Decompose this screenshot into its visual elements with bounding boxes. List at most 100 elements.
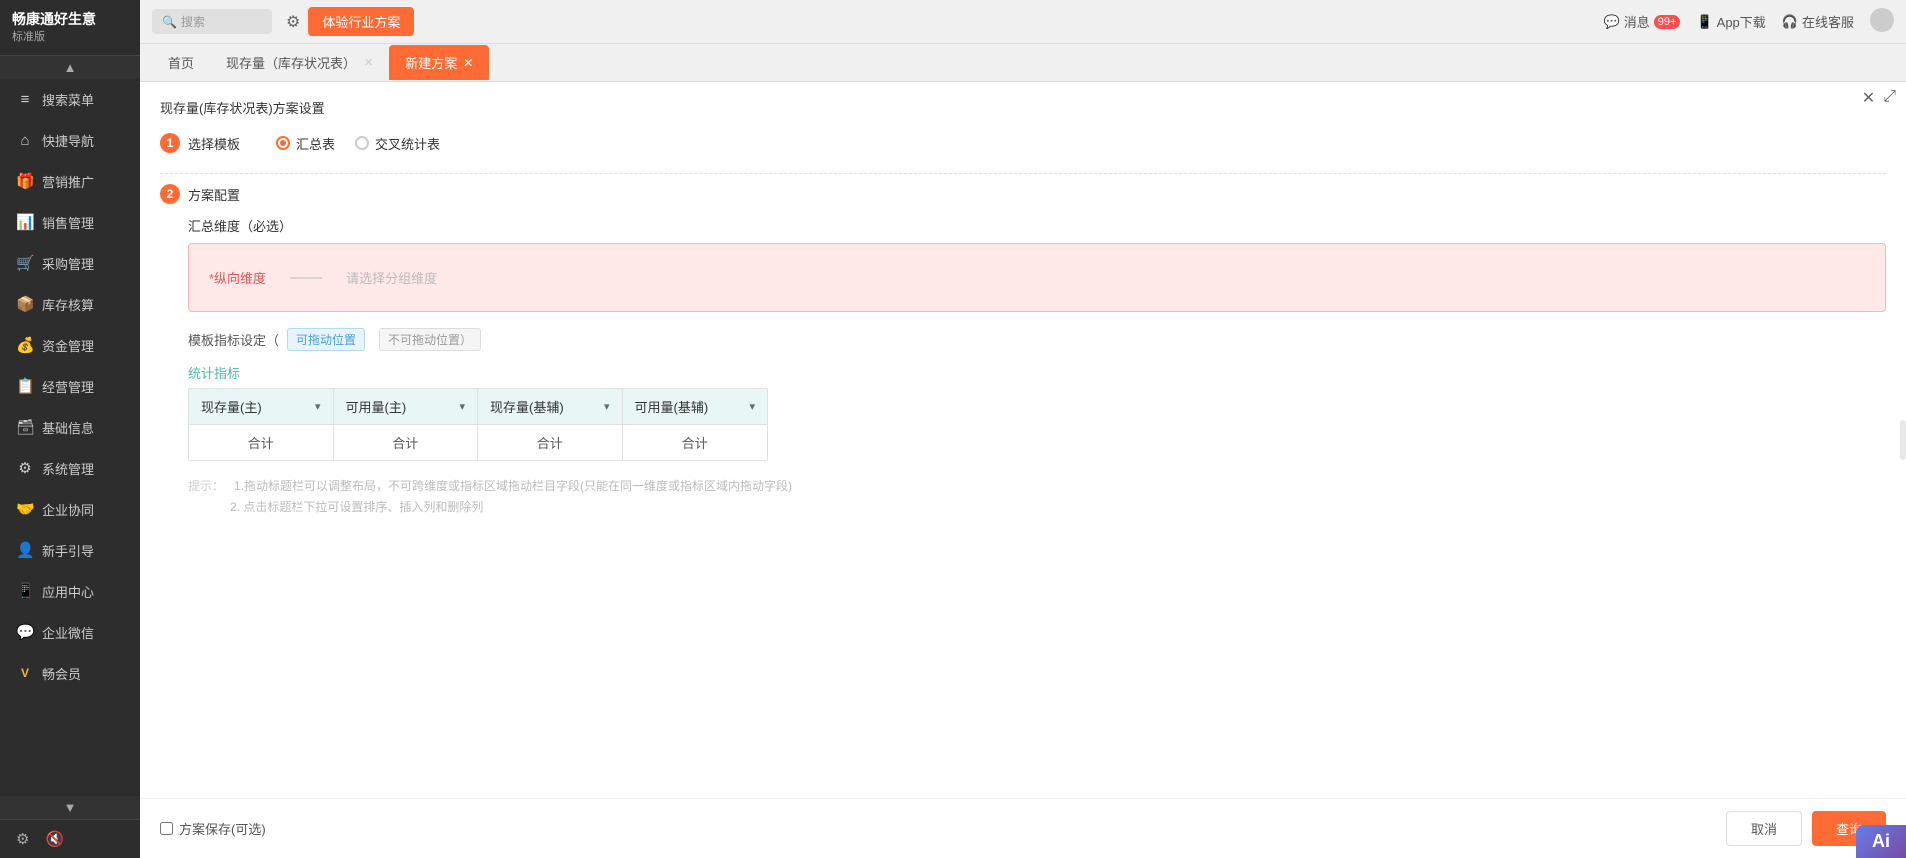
close-window-icon[interactable]: ✕: [1862, 88, 1875, 108]
cancel-button[interactable]: 取消: [1726, 811, 1802, 846]
message-label: 消息: [1624, 12, 1650, 31]
sidebar-item-label: 新手引导: [42, 541, 94, 560]
col-header-4-label: 可用量(基辅): [635, 397, 709, 416]
tab-inventory-label: 现存量（库存状况表）: [226, 53, 356, 72]
col-4-dropdown-icon[interactable]: ▾: [749, 400, 755, 413]
save-checkbox-option[interactable]: 方案保存(可选): [160, 819, 266, 838]
topbar-search[interactable]: 🔍 搜索: [152, 9, 272, 34]
sidebar-item-label: 快捷导航: [42, 131, 94, 150]
step1-title: 选择模板: [188, 134, 240, 153]
template-summary-option[interactable]: 汇总表: [276, 134, 335, 153]
col-cell-3: 合计: [478, 424, 623, 460]
phone-icon: 📱: [1696, 14, 1712, 30]
summary-dim-label: 汇总维度（必选）: [188, 216, 1886, 235]
step2-header: 2 方案配置: [160, 184, 1886, 204]
sidebar-item-finance[interactable]: 💰 资金管理: [0, 325, 140, 366]
tips-section: 提示： 1.拖动标题栏可以调整布局，不可跨维度或指标区域拖动栏目字段(只能在同一…: [188, 477, 1886, 515]
col-header-4[interactable]: 可用量(基辅) ▾: [623, 389, 768, 424]
step1-section: 1 选择模板 汇总表 交叉统计表: [160, 133, 1886, 153]
expand-window-icon[interactable]: ⤢: [1883, 88, 1896, 108]
settings-topbar-icon[interactable]: ⚙: [286, 12, 300, 32]
sidebar-item-inventory[interactable]: 📦 库存核算: [0, 284, 140, 325]
template-cross-label: 交叉统计表: [375, 134, 440, 153]
indicator-label-text: 模板指标设定（: [188, 330, 279, 349]
scroll-indicator[interactable]: [1900, 420, 1906, 460]
radio-summary-dot: [276, 136, 290, 150]
sidebar-item-label: 搜索菜单: [42, 90, 94, 109]
dim-separator: ——: [290, 269, 322, 287]
message-badge: 99+: [1654, 15, 1681, 29]
dimension-box[interactable]: *纵向维度 —— 请选择分组维度: [188, 243, 1886, 312]
user-icon: 👤: [16, 541, 34, 559]
tip-2-text: 2. 点击标题栏下拉可设置排序、插入列和删除列: [230, 500, 483, 514]
folder-icon: 🗃: [16, 418, 34, 436]
sidebar-item-marketing[interactable]: 🎁 营销推广: [0, 161, 140, 202]
radio-cross-dot: [355, 136, 369, 150]
topbar-actions: ⚙ 体验行业方案: [286, 7, 414, 36]
step1-header: 1 选择模板 汇总表 交叉统计表: [160, 133, 1886, 153]
col-3-dropdown-icon[interactable]: ▾: [604, 400, 610, 413]
page-title: 现存量(库存状况表)方案设置: [160, 98, 1886, 117]
template-cross-option[interactable]: 交叉统计表: [355, 134, 440, 153]
tab-new-plan[interactable]: 新建方案 ✕: [389, 45, 489, 80]
col-cell-4: 合计: [623, 424, 768, 460]
tip-2: 2. 点击标题栏下拉可设置排序、插入列和删除列: [230, 498, 1886, 515]
save-checkbox-input[interactable]: [160, 822, 173, 835]
divider-1: [160, 173, 1886, 174]
col-header-1-label: 现存量(主): [201, 397, 262, 416]
scroll-down-button[interactable]: ▼: [0, 796, 140, 819]
sidebar-item-label: 库存核算: [42, 295, 94, 314]
sidebar-item-app-center[interactable]: 📱 应用中心: [0, 571, 140, 612]
col-1-dropdown-icon[interactable]: ▾: [315, 400, 321, 413]
home-icon: ⌂: [16, 132, 34, 149]
settings-icon[interactable]: ⚙: [16, 830, 29, 848]
scroll-up-button[interactable]: ▲: [0, 56, 140, 79]
col-header-2[interactable]: 可用量(主) ▾: [334, 389, 479, 424]
message-icon: 💬: [1604, 14, 1620, 30]
message-button[interactable]: 💬 消息 99+: [1604, 12, 1681, 31]
window-controls: ✕ ⤢: [1862, 88, 1896, 108]
audio-icon[interactable]: 🔇: [45, 830, 64, 848]
stats-table-header: 现存量(主) ▾ 可用量(主) ▾ 现存量(基辅) ▾ 可用量(基辅): [189, 389, 767, 424]
tab-inventory-status[interactable]: 现存量（库存状况表） ✕: [210, 45, 389, 80]
handshake-icon: 🤝: [16, 500, 34, 518]
sidebar-item-operations[interactable]: 📋 经营管理: [0, 366, 140, 407]
ai-badge[interactable]: Ai: [1856, 825, 1906, 858]
tab-new-plan-close[interactable]: ✕: [463, 56, 473, 70]
sidebar-item-new-guide[interactable]: 👤 新手引导: [0, 530, 140, 571]
topbar: 🔍 搜索 ⚙ 体验行业方案 💬 消息 99+ 📱 App下载 🎧 在线客服: [140, 0, 1906, 44]
sidebar-item-system[interactable]: ⚙ 系统管理: [0, 448, 140, 489]
sidebar-item-sales[interactable]: 📊 销售管理: [0, 202, 140, 243]
col-header-1[interactable]: 现存量(主) ▾: [189, 389, 334, 424]
search-placeholder: 搜索: [181, 13, 205, 30]
tab-new-plan-label: 新建方案: [405, 53, 457, 72]
col-2-dropdown-icon[interactable]: ▾: [459, 400, 465, 413]
industry-plan-button[interactable]: 体验行业方案: [308, 7, 414, 36]
sidebar-item-search-menu[interactable]: ≡ 搜索菜单: [0, 79, 140, 120]
sidebar-item-label: 基础信息: [42, 418, 94, 437]
tag-no-drag: 不可拖动位置）: [379, 328, 481, 351]
sidebar-item-enterprise[interactable]: 🤝 企业协同: [0, 489, 140, 530]
sidebar-item-label: 经营管理: [42, 377, 94, 396]
app-download-button[interactable]: 📱 App下载: [1696, 12, 1765, 31]
chat-icon: 💬: [16, 623, 34, 641]
gear-icon: ⚙: [16, 459, 34, 477]
step2-section: 2 方案配置 汇总维度（必选） *纵向维度 —— 请选择分组维度 模板指标设定（…: [160, 184, 1886, 515]
sidebar-item-purchase[interactable]: 🛒 采购管理: [0, 243, 140, 284]
indicator-settings: 模板指标设定（ 可拖动位置 不可拖动位置）: [188, 328, 1886, 351]
col-header-2-label: 可用量(主): [346, 397, 407, 416]
sidebar-item-member[interactable]: V 畅会员: [0, 653, 140, 694]
tip-1-text: 1.拖动标题栏可以调整布局，不可跨维度或指标区域拖动栏目字段(只能在同一维度或指…: [234, 479, 792, 493]
sidebar-item-wechat[interactable]: 💬 企业微信: [0, 612, 140, 653]
sidebar-item-label: 应用中心: [42, 582, 94, 601]
sidebar-item-quick-nav[interactable]: ⌂ 快捷导航: [0, 120, 140, 161]
col-header-3[interactable]: 现存量(基辅) ▾: [478, 389, 623, 424]
tab-home[interactable]: 首页: [152, 45, 210, 80]
chart-icon: 📊: [16, 213, 34, 231]
tab-inventory-close[interactable]: ✕: [364, 56, 373, 69]
sidebar-item-basic-info[interactable]: 🗃 基础信息: [0, 407, 140, 448]
sidebar-item-label: 畅会员: [42, 664, 81, 683]
sidebar-logo: 畅康通好生意 标准版: [0, 0, 140, 56]
user-profile[interactable]: [1870, 8, 1894, 35]
customer-service-button[interactable]: 🎧 在线客服: [1782, 12, 1854, 31]
